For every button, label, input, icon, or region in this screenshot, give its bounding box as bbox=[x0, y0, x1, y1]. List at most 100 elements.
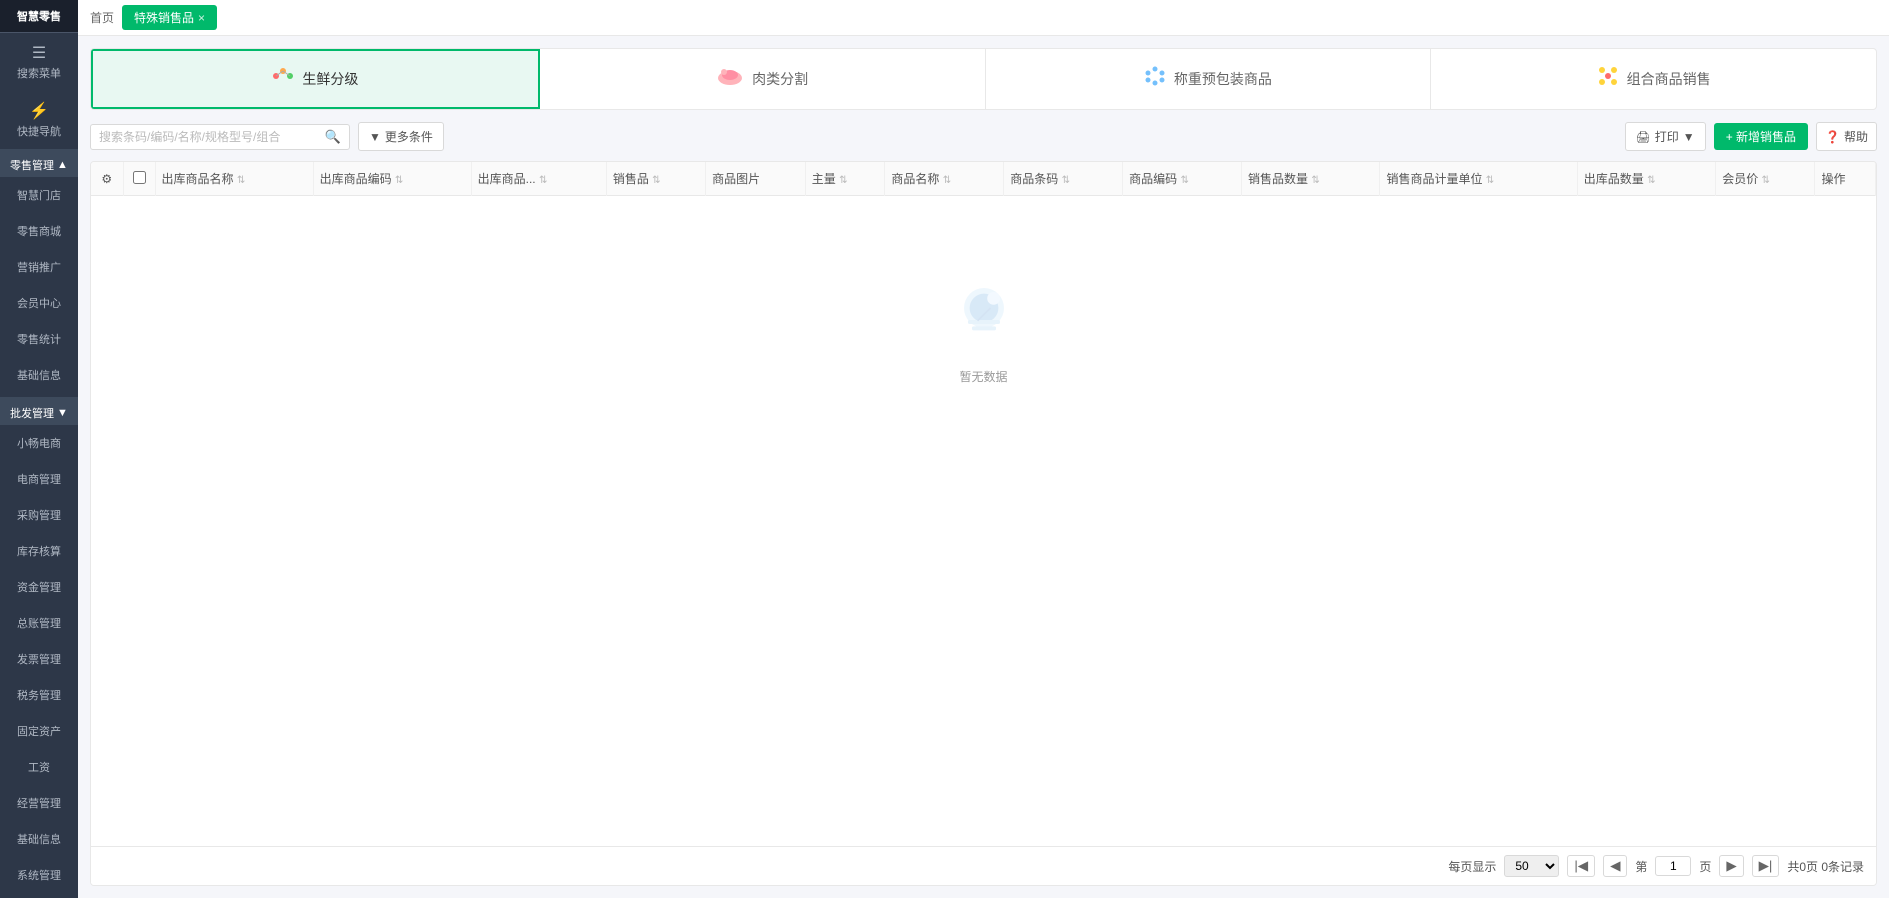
sidebar-item-quick-nav[interactable]: ⚡ 快捷导航 bbox=[0, 91, 78, 149]
sidebar-item-system-mgmt[interactable]: 系统管理 bbox=[0, 857, 78, 893]
inventory-label: 库存核算 bbox=[17, 546, 61, 558]
system-mgmt-label: 系统管理 bbox=[17, 870, 61, 882]
th-out-product-code[interactable]: 出库商品编码 ⇅ bbox=[313, 162, 471, 196]
sidebar-item-wholesale-mgmt[interactable]: 批发管理 ▼ bbox=[0, 397, 78, 425]
sidebar-item-purchase-mgmt[interactable]: 采购管理 bbox=[0, 497, 78, 533]
combo-sales-icon bbox=[1597, 65, 1619, 93]
ecommerce-mgmt-label: 电商管理 bbox=[17, 474, 61, 486]
sidebar-item-ledger-mgmt[interactable]: 总账管理 bbox=[0, 605, 78, 641]
sidebar: 智慧零售 ☰ 搜索菜单 ⚡ 快捷导航 零售管理 ▲ 智慧门店 零售商城 营销推广… bbox=[0, 0, 78, 898]
current-tab-badge[interactable]: 特殊销售品 × bbox=[122, 5, 217, 30]
th-checkbox[interactable] bbox=[123, 162, 155, 196]
retail-mall-label: 零售商城 bbox=[17, 226, 61, 238]
filter-button[interactable]: ▼ 更多条件 bbox=[358, 122, 444, 151]
sort-icon-product-code: ⇅ bbox=[1180, 175, 1188, 186]
sidebar-item-retail-mgmt[interactable]: 零售管理 ▲ bbox=[0, 149, 78, 177]
labor-label: 工资 bbox=[28, 762, 50, 774]
sidebar-item-retail-stats[interactable]: 零售统计 bbox=[0, 321, 78, 357]
th-settings[interactable]: ⚙ bbox=[91, 162, 123, 196]
th-out-product-code-label: 出库商品编码 bbox=[320, 172, 392, 186]
th-product-image-label: 商品图片 bbox=[712, 172, 760, 186]
th-out-product-x[interactable]: 出库商品... ⇅ bbox=[471, 162, 606, 196]
smart-store-label: 智慧门店 bbox=[17, 190, 61, 202]
new-product-label: + 新增销售品 bbox=[1726, 128, 1796, 145]
sidebar-item-basic-info[interactable]: 基础信息 bbox=[0, 357, 78, 393]
empty-state: 暂无数据 bbox=[91, 196, 1876, 465]
filter-label: 更多条件 bbox=[385, 128, 433, 145]
ledger-mgmt-label: 总账管理 bbox=[17, 618, 61, 630]
breadcrumb-home[interactable]: 首页 bbox=[90, 9, 114, 26]
sort-icon-weight: ⇅ bbox=[839, 175, 847, 186]
page-number-input[interactable] bbox=[1655, 856, 1691, 876]
sidebar-item-business-mgmt[interactable]: 经营管理 bbox=[0, 785, 78, 821]
search-box[interactable]: 🔍 bbox=[90, 124, 350, 150]
th-operation: 操作 bbox=[1815, 162, 1876, 196]
search-input[interactable] bbox=[99, 130, 325, 144]
th-product-barcode[interactable]: 商品条码 ⇅ bbox=[1004, 162, 1123, 196]
data-table: ⚙ 出库商品名称 ⇅ 出库商品编码 ⇅ bbox=[91, 162, 1876, 196]
toolbar-right: 🖨 打印 ▼ + 新增销售品 ❓ 帮助 bbox=[1625, 122, 1877, 151]
sidebar-item-tax-mgmt[interactable]: 税务管理 bbox=[0, 677, 78, 713]
invoice-mgmt-label: 发票管理 bbox=[17, 654, 61, 666]
sidebar-item-mini-ecommerce[interactable]: 小畅电商 bbox=[0, 425, 78, 461]
table-scroll[interactable]: ⚙ 出库商品名称 ⇅ 出库商品编码 ⇅ bbox=[91, 162, 1876, 846]
sidebar-item-labor[interactable]: 工资 bbox=[0, 749, 78, 785]
help-button[interactable]: ❓ 帮助 bbox=[1816, 122, 1877, 151]
print-arrow-icon: ▼ bbox=[1683, 130, 1695, 144]
page-first-button[interactable]: |◀ bbox=[1567, 855, 1595, 877]
search-icon[interactable]: 🔍 bbox=[325, 129, 341, 145]
th-out-qty[interactable]: 出库品数量 ⇅ bbox=[1577, 162, 1715, 196]
th-sales-qty-label: 销售品数量 bbox=[1248, 172, 1308, 186]
th-out-product-x-label: 出库商品... bbox=[478, 172, 536, 186]
sidebar-item-enterprise[interactable]: 企业协同 bbox=[0, 893, 78, 898]
th-out-product-name-label: 出库商品名称 bbox=[162, 172, 234, 186]
th-product-name[interactable]: 商品名称 ⇅ bbox=[885, 162, 1004, 196]
category-tabs: 生鲜分级 肉类分割 bbox=[90, 48, 1877, 110]
top-bar: 首页 特殊销售品 × bbox=[78, 0, 1889, 36]
sidebar-item-finance-mgmt[interactable]: 资金管理 bbox=[0, 569, 78, 605]
sidebar-item-retail-mall[interactable]: 零售商城 bbox=[0, 213, 78, 249]
tab-weight-package[interactable]: 称重预包装商品 bbox=[986, 49, 1432, 109]
tab-meat-cutting[interactable]: 肉类分割 bbox=[540, 49, 986, 109]
quick-nav-icon: ⚡ bbox=[4, 101, 74, 121]
tab-fresh-grade[interactable]: 生鲜分级 bbox=[91, 49, 540, 109]
print-button[interactable]: 🖨 打印 ▼ bbox=[1625, 122, 1706, 151]
tab-combo-sales[interactable]: 组合商品销售 bbox=[1431, 49, 1876, 109]
sidebar-item-basic-info2[interactable]: 基础信息 bbox=[0, 821, 78, 857]
sort-icon-member-price: ⇅ bbox=[1762, 175, 1770, 186]
th-out-product-name[interactable]: 出库商品名称 ⇅ bbox=[155, 162, 313, 196]
th-sales-qty[interactable]: 销售品数量 ⇅ bbox=[1241, 162, 1379, 196]
sidebar-item-member-center[interactable]: 会员中心 bbox=[0, 285, 78, 321]
page-prev-button[interactable]: ◀ bbox=[1603, 855, 1627, 877]
basic-info2-label: 基础信息 bbox=[17, 834, 61, 846]
select-all-checkbox[interactable] bbox=[133, 171, 146, 184]
new-product-button[interactable]: + 新增销售品 bbox=[1714, 123, 1808, 150]
sidebar-item-search-menu[interactable]: ☰ 搜索菜单 bbox=[0, 33, 78, 91]
th-sales-product-label: 销售品 bbox=[613, 172, 649, 186]
close-tab-icon[interactable]: × bbox=[198, 11, 205, 25]
sidebar-item-sales-promo[interactable]: 营销推广 bbox=[0, 249, 78, 285]
th-sales-unit[interactable]: 销售商品计量单位 ⇅ bbox=[1380, 162, 1577, 196]
total-label: 共0页 0条记录 bbox=[1787, 858, 1864, 875]
fixed-assets-label: 固定资产 bbox=[17, 726, 61, 738]
sort-icon-sales-product: ⇅ bbox=[652, 175, 660, 186]
tab-weight-package-label: 称重预包装商品 bbox=[1174, 69, 1272, 89]
page-next-button[interactable]: ▶ bbox=[1719, 855, 1743, 877]
th-sales-product[interactable]: 销售品 ⇅ bbox=[606, 162, 705, 196]
tab-meat-cutting-label: 肉类分割 bbox=[752, 69, 808, 89]
th-product-code[interactable]: 商品编码 ⇅ bbox=[1123, 162, 1242, 196]
th-weight[interactable]: 主量 ⇅ bbox=[805, 162, 885, 196]
sidebar-item-smart-store[interactable]: 智慧门店 bbox=[0, 177, 78, 213]
sidebar-label-quick-nav: 快捷导航 bbox=[17, 126, 61, 138]
th-member-price[interactable]: 会员价 ⇅ bbox=[1716, 162, 1815, 196]
tab-combo-sales-label: 组合商品销售 bbox=[1627, 69, 1711, 89]
page-last-button[interactable]: ▶| bbox=[1752, 855, 1780, 877]
sidebar-item-inventory[interactable]: 库存核算 bbox=[0, 533, 78, 569]
sidebar-item-invoice-mgmt[interactable]: 发票管理 bbox=[0, 641, 78, 677]
current-tab-label: 特殊销售品 bbox=[134, 9, 194, 26]
sort-icon-out-qty: ⇅ bbox=[1647, 175, 1655, 186]
sidebar-item-fixed-assets[interactable]: 固定资产 bbox=[0, 713, 78, 749]
sidebar-item-ecommerce-mgmt[interactable]: 电商管理 bbox=[0, 461, 78, 497]
page-size-select[interactable]: 50 100 200 bbox=[1504, 855, 1559, 877]
th-weight-label: 主量 bbox=[812, 172, 836, 186]
